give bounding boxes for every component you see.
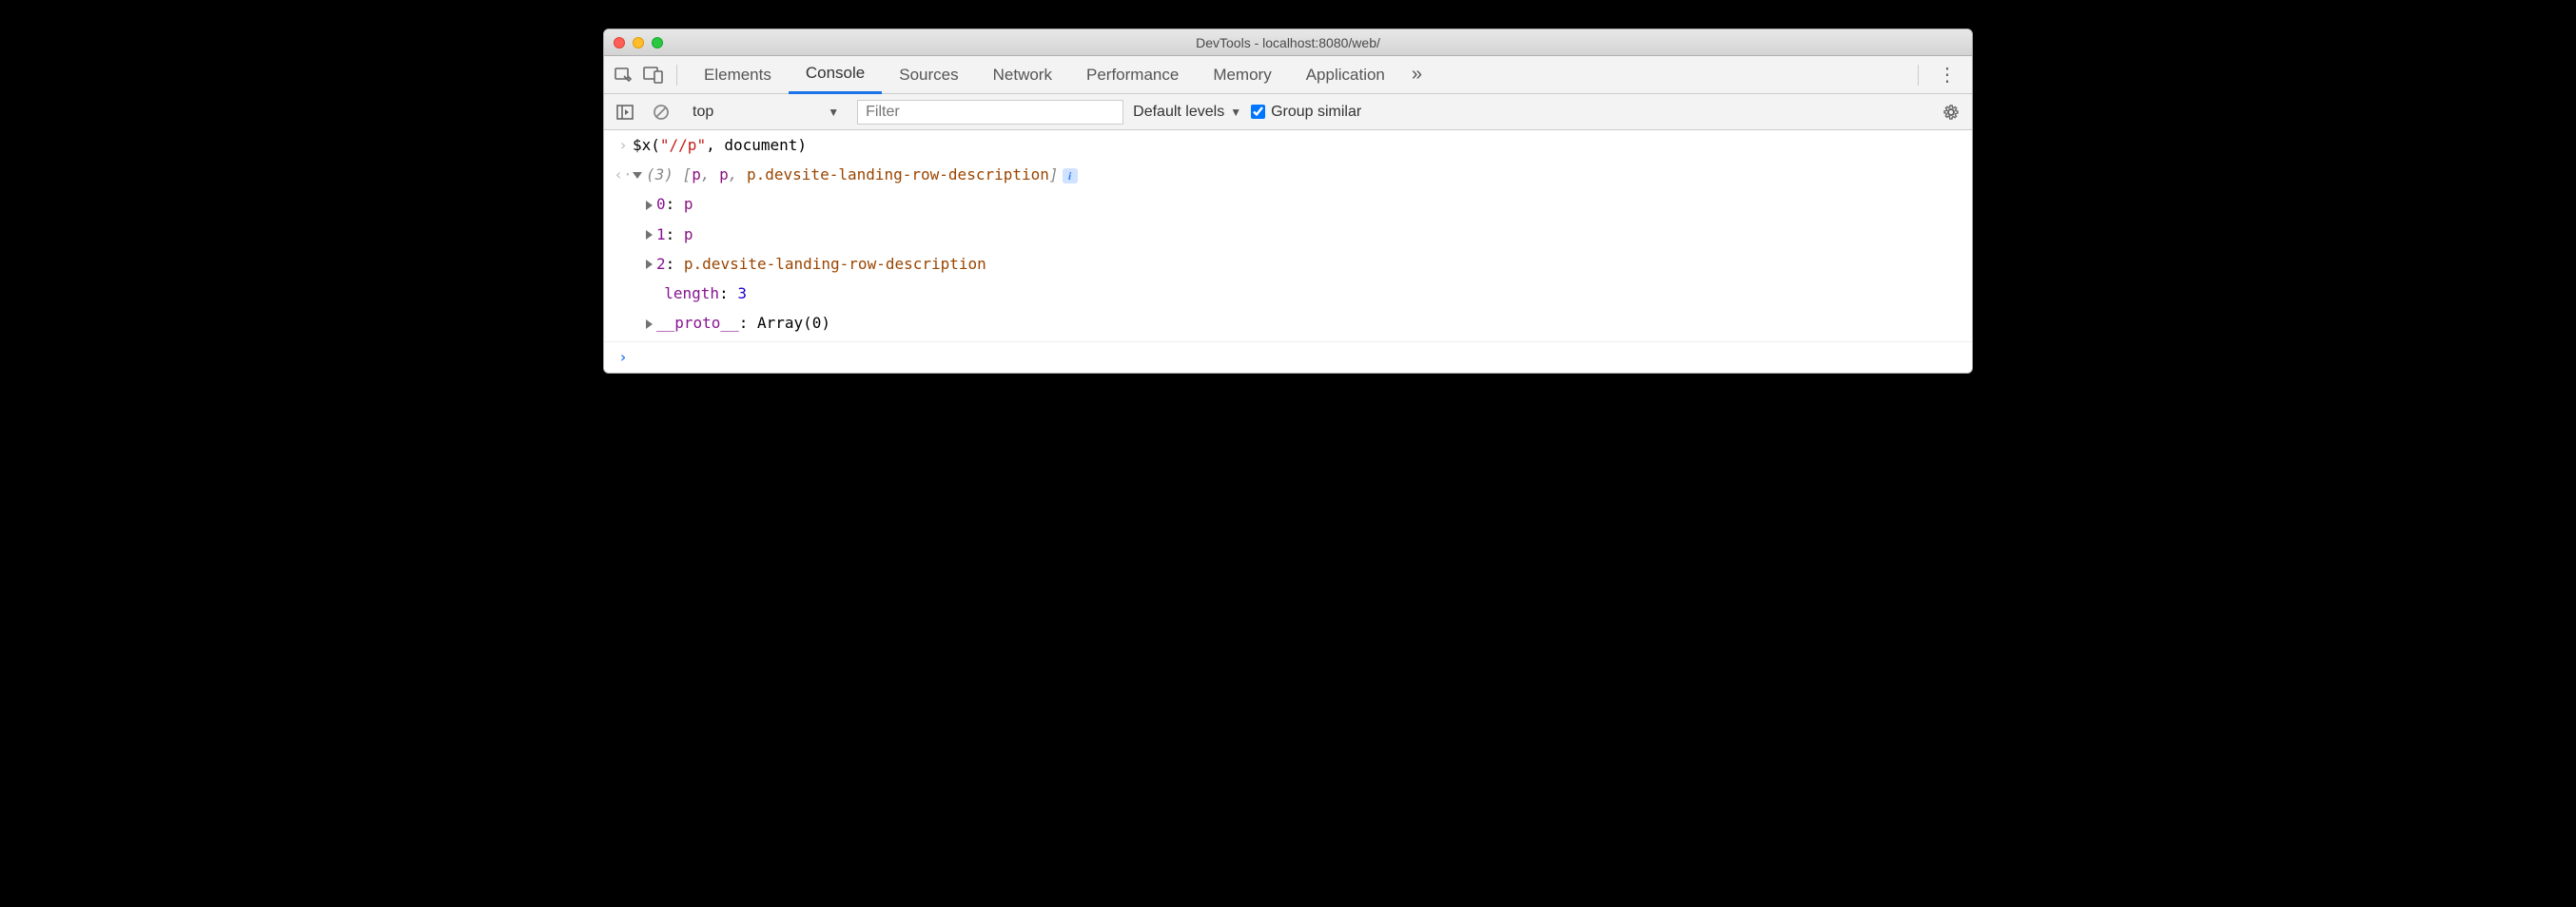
expand-toggle-icon[interactable]: [646, 230, 653, 240]
array-proto-row[interactable]: __proto__: Array(0): [604, 308, 1972, 338]
expand-toggle-icon[interactable]: [633, 172, 642, 179]
array-item-row[interactable]: 2: p.devsite-landing-row-description: [604, 249, 1972, 279]
main-tabs: Elements Console Sources Network Perform…: [604, 56, 1972, 94]
expand-toggle-icon[interactable]: [646, 319, 653, 329]
array-length-row: length: 3: [604, 279, 1972, 308]
tab-network[interactable]: Network: [976, 56, 1069, 94]
output-chevron-icon: ‹·: [614, 162, 633, 187]
filter-input[interactable]: [857, 100, 1123, 125]
console-prompt-line[interactable]: ›: [604, 342, 1972, 372]
input-chevron-icon: ›: [614, 132, 633, 158]
console-input-line[interactable]: › $x("//p", document): [604, 130, 1972, 160]
levels-label: Default levels: [1133, 104, 1224, 121]
console-output: › $x("//p", document) ‹· (3) [p, p, p.de…: [604, 130, 1972, 373]
tabs-overflow-button[interactable]: »: [1402, 64, 1432, 86]
tab-performance[interactable]: Performance: [1069, 56, 1196, 94]
divider: [676, 65, 677, 86]
devtools-window: DevTools - localhost:8080/web/ Elements …: [603, 29, 1973, 374]
chevron-down-icon: ▼: [1230, 106, 1241, 119]
group-similar-label: Group similar: [1271, 104, 1361, 121]
context-label: top: [693, 104, 713, 121]
array-item-row[interactable]: 1: p: [604, 220, 1972, 249]
expand-toggle-icon[interactable]: [646, 201, 653, 210]
info-icon[interactable]: i: [1063, 168, 1078, 183]
titlebar: DevTools - localhost:8080/web/: [604, 29, 1972, 56]
result-summary: (3) [p, p, p.devsite-landing-row-descrip…: [633, 162, 1962, 187]
settings-menu-button[interactable]: ⋮: [1928, 72, 1966, 78]
tab-elements[interactable]: Elements: [687, 56, 789, 94]
chevron-down-icon: ▼: [828, 106, 839, 119]
console-result-line[interactable]: ‹· (3) [p, p, p.devsite-landing-row-desc…: [604, 160, 1972, 189]
tab-application[interactable]: Application: [1289, 56, 1402, 94]
tab-memory[interactable]: Memory: [1196, 56, 1288, 94]
expand-toggle-icon[interactable]: [646, 260, 653, 269]
array-item-row[interactable]: 0: p: [604, 189, 1972, 219]
console-settings-icon[interactable]: [1938, 99, 1964, 125]
window-title: DevTools - localhost:8080/web/: [604, 35, 1972, 50]
tab-console[interactable]: Console: [789, 56, 882, 94]
tab-sources[interactable]: Sources: [882, 56, 975, 94]
log-levels-select[interactable]: Default levels ▼: [1133, 104, 1241, 121]
sidebar-toggle-icon[interactable]: [612, 99, 638, 125]
divider: [1918, 65, 1919, 86]
execution-context-select[interactable]: top ▼: [684, 101, 848, 124]
input-code: $x("//p", document): [633, 132, 1962, 158]
inspect-element-icon[interactable]: [610, 62, 636, 88]
group-similar-checkbox[interactable]: Group similar: [1251, 104, 1361, 121]
device-toolbar-icon[interactable]: [640, 62, 667, 88]
clear-console-icon[interactable]: [648, 99, 674, 125]
prompt-chevron-icon: ›: [614, 344, 633, 370]
console-toolbar: top ▼ Default levels ▼ Group similar: [604, 94, 1972, 130]
group-similar-input[interactable]: [1251, 105, 1265, 119]
